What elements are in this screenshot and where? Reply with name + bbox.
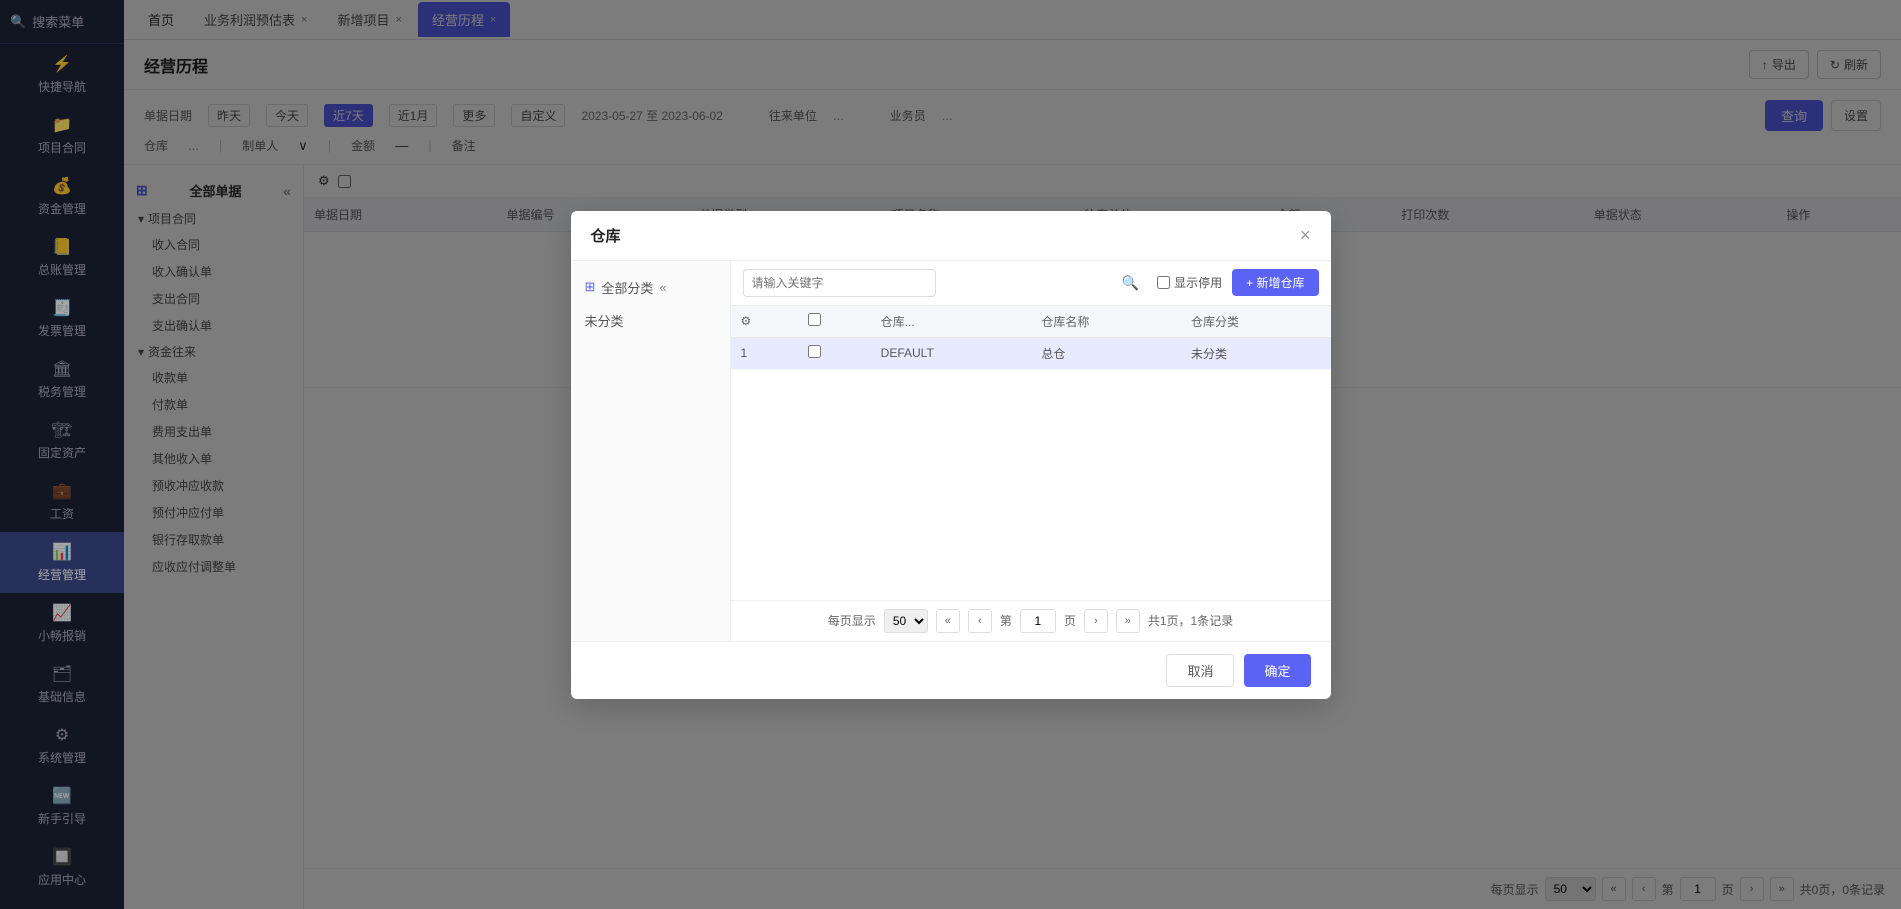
modal-col-settings: ⚙: [731, 306, 799, 338]
show-disabled-checkbox[interactable]: [1157, 276, 1170, 289]
table-row[interactable]: 1 DEFAULT 总仓 未分类: [731, 337, 1331, 369]
search-icon-modal: 🔍: [1122, 274, 1139, 291]
modal-last-page[interactable]: »: [1116, 609, 1140, 633]
modal-next-page[interactable]: ›: [1084, 609, 1108, 633]
modal-close-button[interactable]: ×: [1300, 225, 1311, 246]
modal-first-page[interactable]: «: [936, 609, 960, 633]
modal-header: 仓库 ×: [571, 211, 1331, 261]
modal-overlay: 仓库 × ⊞ 全部分类 « 未分类: [0, 0, 1901, 909]
warehouse-modal: 仓库 × ⊞ 全部分类 « 未分类: [571, 211, 1331, 699]
modal-toolbar: 🔍 显示停用 + 新增仓库: [731, 261, 1331, 306]
modal-col-code: 仓库...: [871, 306, 1032, 338]
modal-body: ⊞ 全部分类 « 未分类 🔍 显示停: [571, 261, 1331, 641]
modal-page-size-select[interactable]: 50: [884, 609, 928, 633]
add-warehouse-button[interactable]: + 新增仓库: [1232, 269, 1318, 296]
row-category: 未分类: [1181, 337, 1331, 369]
modal-footer: 取消 确定: [571, 641, 1331, 699]
modal-page-label: 第: [1000, 612, 1012, 629]
row-index: 1: [731, 337, 799, 369]
row-checkbox-cell: [798, 337, 871, 369]
modal-select-all[interactable]: [808, 313, 821, 326]
modal-page-size-label: 每页显示: [828, 612, 876, 629]
modal-table: ⚙ 仓库... 仓库名称 仓库分类 1 DEFAULT: [731, 306, 1331, 600]
modal-right: 🔍 显示停用 + 新增仓库 ⚙: [731, 261, 1331, 641]
cancel-button[interactable]: 取消: [1166, 654, 1234, 687]
modal-prev-page[interactable]: ‹: [968, 609, 992, 633]
warehouse-search-input[interactable]: [743, 269, 936, 297]
tree-all-label: 全部分类: [601, 278, 653, 297]
modal-page-suffix: 页: [1064, 612, 1076, 629]
search-wrap: 🔍: [743, 269, 1148, 297]
row-name: 总仓: [1031, 337, 1181, 369]
tree-unclassified-label: 未分类: [585, 311, 624, 330]
modal-pagination: 每页显示 50 « ‹ 第 页 › » 共1页，1条记录: [731, 600, 1331, 641]
grid-icon-modal: ⊞: [585, 279, 596, 295]
modal-col-name: 仓库名称: [1031, 306, 1181, 338]
modal-col-category: 仓库分类: [1181, 306, 1331, 338]
modal-title: 仓库: [591, 225, 621, 246]
modal-page-input[interactable]: [1020, 609, 1056, 633]
add-warehouse-label: + 新增仓库: [1246, 274, 1304, 291]
modal-tree: ⊞ 全部分类 « 未分类: [571, 261, 731, 641]
modal-total-label: 共1页，1条记录: [1148, 612, 1233, 629]
modal-col-checkbox: [798, 306, 871, 338]
confirm-button[interactable]: 确定: [1244, 654, 1310, 687]
tree-item-unclassified[interactable]: 未分类: [571, 304, 730, 337]
tree-item-all[interactable]: ⊞ 全部分类 «: [571, 271, 730, 304]
tree-collapse-btn[interactable]: «: [659, 280, 666, 295]
show-disabled-text: 显示停用: [1174, 274, 1222, 291]
show-disabled-label[interactable]: 显示停用: [1157, 274, 1222, 291]
row-code: DEFAULT: [871, 337, 1032, 369]
row-checkbox[interactable]: [808, 345, 821, 358]
